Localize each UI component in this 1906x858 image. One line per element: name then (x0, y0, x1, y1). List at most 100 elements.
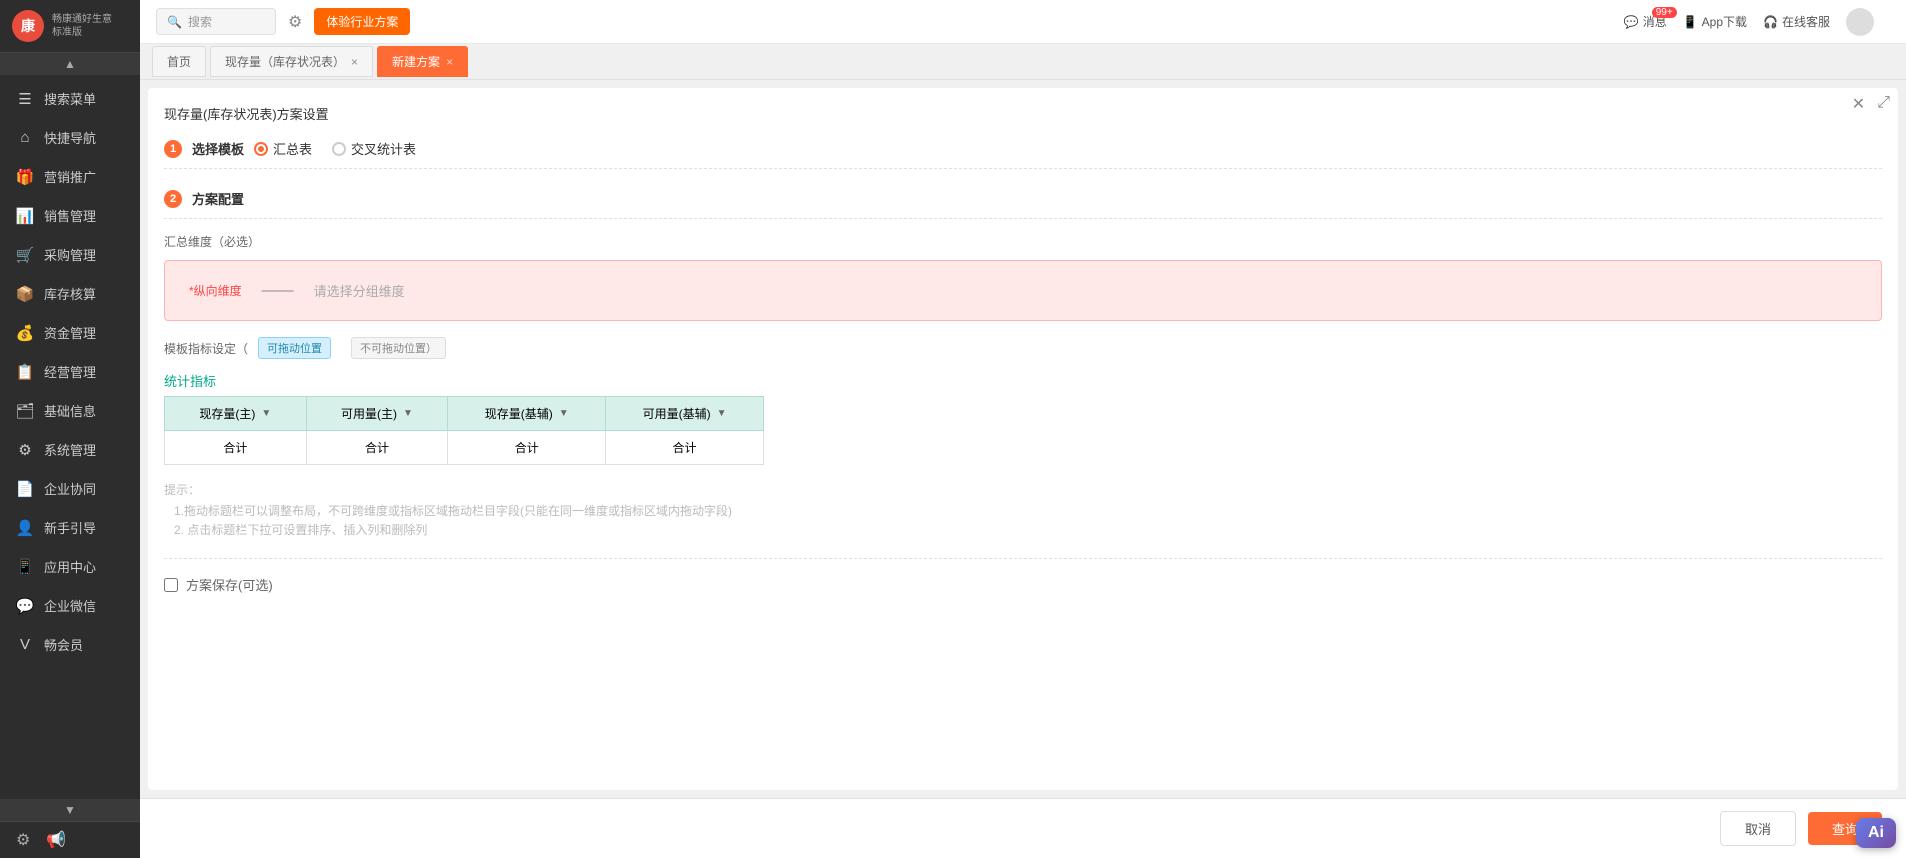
sidebar-item-agreement[interactable]: 📄 企业协同 (0, 469, 140, 508)
col-label-3: 可用量(基辅) (643, 405, 711, 422)
message-button[interactable]: 💬 消息 99+ (1624, 13, 1667, 30)
draggable-badge: 可拖动位置 (258, 337, 331, 359)
avatar[interactable] (1846, 8, 1874, 36)
close-panel-icon[interactable]: ✕ (1848, 92, 1869, 116)
sidebar-footer: ⚙ 📢 (0, 821, 140, 858)
sidebar-item-finance[interactable]: 💰资金管理 (0, 313, 140, 352)
sidebar: 康 畅康通好生意 标准版 ▲ ☰搜索菜单 ⌂ 快捷导航 🎁营销推广📊销售管理🛒采购管理… (0, 0, 140, 858)
search-icon: 🔍 (167, 15, 182, 29)
cancel-button[interactable]: 取消 (1720, 811, 1796, 846)
message-icon: 💬 (1624, 15, 1639, 29)
tab-new-scheme-close-icon[interactable]: × (446, 55, 453, 69)
col-chevron-2: ▼ (559, 408, 569, 419)
sidebar-item-app-center[interactable]: 📱应用中心 (0, 547, 140, 586)
topbar: 🔍 搜索 ⚙ 体验行业方案 💬 消息 99+ 📱 App下载 🎧 在线客服 (140, 0, 1906, 44)
sidebar-icon-marketing: 🎁 (16, 168, 34, 186)
sidebar-item-newbie[interactable]: 👤新手引导 (0, 508, 140, 547)
sidebar-item-member[interactable]: V 畅会员 (0, 625, 140, 664)
section2-header: 2 方案配置 (164, 189, 1882, 219)
sidebar-label-member: 畅会员 (44, 635, 83, 654)
main-area: 🔍 搜索 ⚙ 体验行业方案 💬 消息 99+ 📱 App下载 🎧 在线客服 (140, 0, 1906, 858)
dim-row: *纵向维度 —— 请选择分组维度 (189, 281, 1857, 300)
tab-home-label: 首页 (167, 53, 191, 70)
app-download-button[interactable]: 📱 App下载 (1683, 13, 1747, 30)
sidebar-label-basic-info: 基础信息 (44, 401, 96, 420)
sidebar-scroll-down[interactable]: ▼ (0, 799, 140, 821)
table-cell-3: 合计 (606, 431, 764, 465)
trial-button[interactable]: 体验行业方案 (314, 8, 410, 35)
col-chevron-1: ▼ (403, 408, 413, 419)
col-label-0: 现存量(主) (199, 405, 255, 422)
sidebar-icon-quick-nav: ⌂ (16, 129, 34, 147)
sidebar-label-inventory: 库存核算 (44, 284, 96, 303)
page-title: 现存量(库存状况表)方案设置 (164, 104, 1882, 123)
table-header-row: 现存量(主)▼可用量(主)▼现存量(基辅)▼可用量(基辅)▼ (165, 397, 764, 431)
gear-icon[interactable]: ⚙ (288, 12, 302, 32)
sidebar-icon-system: ⚙ (16, 441, 34, 459)
sidebar-icon-agreement: 📄 (16, 480, 34, 498)
expand-panel-icon[interactable]: ⤢ (1873, 92, 1894, 116)
dim-label: 汇总维度（必选） (164, 233, 1882, 250)
radio-summary[interactable]: 汇总表 (254, 139, 312, 158)
sidebar-icon-member: V (16, 636, 34, 654)
tab-new-scheme[interactable]: 新建方案 × (377, 46, 468, 77)
section2-title: 方案配置 (192, 189, 244, 208)
table-col-header-2[interactable]: 现存量(基辅)▼ (448, 397, 606, 431)
save-option: 方案保存(可选) (164, 575, 1882, 594)
save-checkbox[interactable] (164, 578, 178, 592)
table-col-header-1[interactable]: 可用量(主)▼ (306, 397, 448, 431)
sidebar-label-newbie: 新手引导 (44, 518, 96, 537)
section1-num: 1 (164, 140, 182, 158)
topbar-right: 💬 消息 99+ 📱 App下载 🎧 在线客服 (1624, 8, 1890, 36)
online-service-button[interactable]: 🎧 在线客服 (1763, 13, 1830, 30)
ai-badge[interactable]: Ai (1856, 818, 1896, 848)
sidebar-icon-search-menu: ☰ (16, 90, 34, 108)
sidebar-icon-inventory: 📦 (16, 285, 34, 303)
sidebar-icon-basic-info: 🗂 (16, 402, 34, 420)
radio-summary-circle (254, 142, 268, 156)
tab-home[interactable]: 首页 (152, 46, 206, 77)
sidebar-label-quick-nav: 快捷导航 (44, 128, 96, 147)
tip-item-1: 1.拖动标题栏可以调整布局，不可跨维度或指标区域拖动栏目字段(只能在同一维度或指… (174, 502, 1882, 519)
logo-text: 畅康通好生意 标准版 (52, 13, 112, 39)
sidebar-item-search-menu[interactable]: ☰搜索菜单 (0, 79, 140, 118)
search-box[interactable]: 🔍 搜索 (156, 8, 276, 35)
sidebar-item-system[interactable]: ⚙ 系统管理 (0, 430, 140, 469)
table-data-row: 合计合计合计合计 (165, 431, 764, 465)
sidebar-item-marketing[interactable]: 🎁营销推广 (0, 157, 140, 196)
stat-table: 现存量(主)▼可用量(主)▼现存量(基辅)▼可用量(基辅)▼ 合计合计合计合计 (164, 396, 764, 465)
col-chevron-0: ▼ (261, 408, 271, 419)
sidebar-item-quick-nav[interactable]: ⌂ 快捷导航 (0, 118, 140, 157)
sidebar-icon-management: 📋 (16, 363, 34, 381)
content-area: ✕ ⤢ 现存量(库存状况表)方案设置 1 选择模板 汇总表 交叉统计表 (148, 88, 1898, 790)
sidebar-item-management[interactable]: 📋 经营管理 (0, 352, 140, 391)
settings-icon[interactable]: ⚙ (16, 830, 30, 850)
logo-sub: 标准版 (52, 26, 112, 39)
speaker-icon[interactable]: 📢 (46, 830, 66, 850)
table-col-header-0[interactable]: 现存量(主) ▼ (165, 397, 307, 431)
sidebar-item-sales[interactable]: 📊销售管理 (0, 196, 140, 235)
sidebar-label-management: 经营管理 (44, 362, 96, 381)
tips-section: 提示： 1.拖动标题栏可以调整布局，不可跨维度或指标区域拖动栏目字段(只能在同一… (164, 481, 1882, 538)
sidebar-label-system: 系统管理 (44, 440, 96, 459)
tab-inventory-status[interactable]: 现存量（库存状况表） × (210, 46, 373, 77)
sidebar-logo: 康 畅康通好生意 标准版 (0, 0, 140, 53)
radio-cross[interactable]: 交叉统计表 (332, 139, 416, 158)
message-badge: 99+ (1652, 7, 1677, 18)
sidebar-item-basic-info[interactable]: 🗂 基础信息 (0, 391, 140, 430)
sidebar-item-purchase[interactable]: 🛒采购管理 (0, 235, 140, 274)
col-chevron-3: ▼ (717, 408, 727, 419)
sidebar-item-inventory[interactable]: 📦 库存核算 (0, 274, 140, 313)
dim-required-label: *纵向维度 (189, 282, 242, 299)
sidebar-label-agreement: 企业协同 (44, 479, 96, 498)
search-text: 搜索 (188, 13, 212, 30)
sidebar-scroll-up[interactable]: ▲ (0, 53, 140, 75)
dim-placeholder-text: 请选择分组维度 (314, 281, 405, 300)
sidebar-item-wechat[interactable]: 💬企业微信 (0, 586, 140, 625)
tab-inventory-close-icon[interactable]: × (351, 55, 358, 69)
tabs-bar: 首页 现存量（库存状况表） × 新建方案 × (140, 44, 1906, 80)
sidebar-icon-finance: 💰 (16, 324, 34, 342)
dimension-area[interactable]: *纵向维度 —— 请选择分组维度 (164, 260, 1882, 321)
table-col-header-3[interactable]: 可用量(基辅) ▼ (606, 397, 764, 431)
logo-title: 畅康通好生意 (52, 13, 112, 26)
